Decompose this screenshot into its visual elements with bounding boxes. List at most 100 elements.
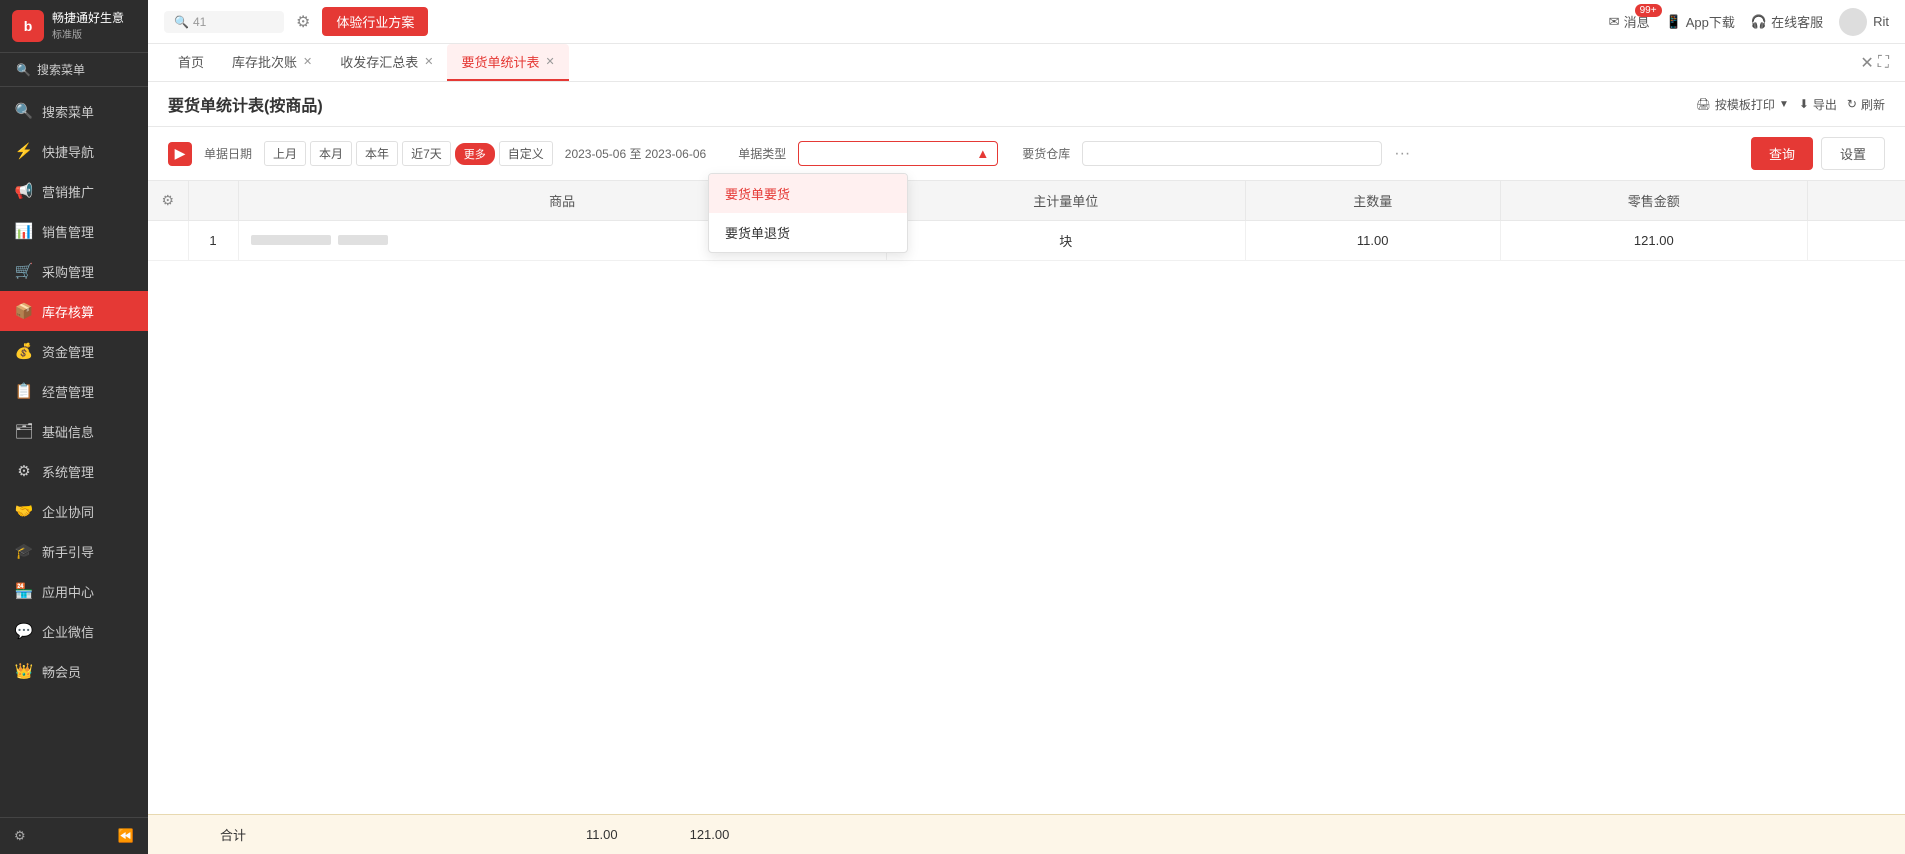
nav-label-operation: 经营管理 bbox=[42, 382, 94, 401]
sidebar-item-search[interactable]: 🔍搜索菜单 bbox=[0, 91, 148, 131]
settings-btn[interactable]: 设置 bbox=[1821, 137, 1885, 170]
col-settings[interactable]: ⚙ bbox=[148, 181, 188, 221]
nav-label-finance: 资金管理 bbox=[42, 342, 94, 361]
app-sub: 标准版 bbox=[52, 26, 124, 41]
tab-order-summary-close[interactable]: ✕ bbox=[546, 55, 555, 68]
td-amount: 121.00 bbox=[1500, 221, 1807, 261]
topbar-left: 🔍 41 ⚙ 体验行业方案 bbox=[164, 7, 428, 36]
table-row: 1 块 11.00 121.00 bbox=[148, 221, 1905, 261]
sidebar-item-system[interactable]: ⚙系统管理 bbox=[0, 451, 148, 491]
sidebar-item-purchase[interactable]: 🛒采购管理 bbox=[0, 251, 148, 291]
filter-bar: ▶ 单据日期 上月 本月 本年 近7天 更多 自定义 2023-05-06 至 … bbox=[148, 127, 1905, 181]
gear-icon-topbar[interactable]: ⚙ bbox=[296, 12, 310, 32]
sidebar-item-guide[interactable]: 🎓 新手引导 bbox=[0, 531, 148, 571]
print-icon: 🖨 bbox=[1696, 97, 1711, 111]
search-label: 搜索菜单 bbox=[37, 61, 85, 78]
app-download[interactable]: 📱 App下载 bbox=[1666, 12, 1735, 31]
tab-batch-close[interactable]: ✕ bbox=[303, 55, 312, 68]
footer-qty: 11.00 bbox=[246, 827, 618, 842]
nav-icon-operation: 📋 bbox=[14, 381, 34, 401]
product-code-placeholder bbox=[338, 235, 388, 245]
tab-home[interactable]: 首页 bbox=[164, 44, 218, 81]
online-service[interactable]: 🎧 在线客服 bbox=[1751, 12, 1823, 31]
nav-icon-enterprise: 🤝 bbox=[14, 501, 34, 521]
nav-icon-shortcut: ⚡ bbox=[14, 141, 34, 161]
topbar-right: ✉ 消息 99+ 📱 App下载 🎧 在线客服 Rit bbox=[1609, 8, 1889, 36]
sidebar-search[interactable]: 🔍 搜索菜单 bbox=[0, 53, 148, 87]
tab-expand-btn[interactable]: ✕ bbox=[1860, 53, 1873, 73]
tab-batch[interactable]: 库存批次账 ✕ bbox=[218, 44, 326, 81]
sidebar-item-enterprise[interactable]: 🤝企业协同 bbox=[0, 491, 148, 531]
nav-icon-inventory: 📦 bbox=[14, 301, 34, 321]
table-footer: 合计 11.00 121.00 bbox=[148, 814, 1905, 854]
export-btn[interactable]: ⬇ 导出 bbox=[1799, 96, 1837, 113]
tab-order-summary[interactable]: 要货单统计表 ✕ bbox=[447, 44, 568, 81]
date-btn-this-month[interactable]: 本月 bbox=[310, 141, 352, 166]
page-actions: 🖨 按模板打印 ▼ ⬇ 导出 ↻ 刷新 bbox=[1696, 96, 1885, 113]
nav-label-basic: 基础信息 bbox=[42, 422, 94, 441]
warehouse-input[interactable] bbox=[1091, 146, 1373, 161]
dropdown-label-requisition: 要货单要货 bbox=[725, 187, 790, 202]
nav-label-inventory: 库存核算 bbox=[42, 302, 94, 321]
online-service-label: 在线客服 bbox=[1771, 12, 1823, 31]
nav-label-guide: 新手引导 bbox=[42, 542, 94, 561]
type-select[interactable]: ▲ bbox=[798, 141, 998, 166]
search-icon: 🔍 bbox=[16, 63, 31, 77]
date-buttons: 上月 本月 本年 近7天 更多 自定义 bbox=[264, 141, 553, 166]
nav-icon-search: 🔍 bbox=[14, 101, 34, 121]
nav-label-sales: 销售管理 bbox=[42, 222, 94, 241]
date-btn-last-month[interactable]: 上月 bbox=[264, 141, 306, 166]
tab-fullscreen-btn[interactable]: ⛶ bbox=[1878, 53, 1889, 73]
logo-text-block: 畅捷通好生意 标准版 bbox=[52, 11, 124, 42]
industry-btn[interactable]: 体验行业方案 bbox=[322, 7, 428, 36]
topbar-search[interactable]: 🔍 41 bbox=[164, 11, 284, 33]
date-btn-7days[interactable]: 近7天 bbox=[402, 141, 451, 166]
sidebar-bottom: ⚙ ⏪ bbox=[0, 817, 148, 854]
sidebar-item-operation[interactable]: 📋 经营管理 bbox=[0, 371, 148, 411]
select-arrow-icon[interactable]: ▲ bbox=[976, 146, 989, 161]
nav-icon-marketing: 📢 bbox=[14, 181, 34, 201]
messages-badge[interactable]: ✉ 消息 99+ bbox=[1609, 12, 1650, 31]
print-btn[interactable]: 🖨 按模板打印 ▼ bbox=[1696, 96, 1789, 113]
sidebar-item-finance[interactable]: 💰资金管理 bbox=[0, 331, 148, 371]
refresh-btn[interactable]: ↻ 刷新 bbox=[1847, 96, 1885, 113]
sidebar-item-member[interactable]: 👑畅会员 bbox=[0, 651, 148, 691]
date-btn-custom[interactable]: 自定义 bbox=[499, 141, 553, 166]
col-settings-icon[interactable]: ⚙ bbox=[161, 192, 174, 208]
tab-receipt[interactable]: 收发存汇总表 ✕ bbox=[326, 44, 447, 81]
dropdown-item-requisition[interactable]: 要货单要货 bbox=[709, 174, 907, 213]
col-amount: 零售金额 bbox=[1500, 181, 1807, 221]
sidebar-item-shortcut[interactable]: ⚡ 快捷导航 bbox=[0, 131, 148, 171]
sidebar-item-basic[interactable]: 🗂基础信息 bbox=[0, 411, 148, 451]
col-extra bbox=[1807, 181, 1905, 221]
sidebar-item-marketing[interactable]: 📢 营销推广 bbox=[0, 171, 148, 211]
col-unit: 主计量单位 bbox=[886, 181, 1245, 221]
page-header: 要货单统计表(按商品) 🖨 按模板打印 ▼ ⬇ 导出 ↻ 刷新 bbox=[148, 82, 1905, 127]
sidebar-item-wechat[interactable]: 💬企业微信 bbox=[0, 611, 148, 651]
warehouse-select[interactable] bbox=[1082, 141, 1382, 166]
nav-label-shortcut: 快捷导航 bbox=[42, 142, 94, 161]
tabs-expand: ✕ ⛶ bbox=[1860, 53, 1889, 73]
filter-more-icon[interactable]: ··· bbox=[1394, 145, 1410, 163]
sidebar-item-inventory[interactable]: 📦 库存核算 bbox=[0, 291, 148, 331]
collapse-icon[interactable]: ⏪ bbox=[118, 828, 134, 844]
filter-expand-btn[interactable]: ▶ bbox=[168, 142, 192, 166]
dropdown-item-return[interactable]: 要货单退货 bbox=[709, 213, 907, 252]
user-menu[interactable]: Rit bbox=[1839, 8, 1889, 36]
settings-icon[interactable]: ⚙ bbox=[14, 828, 26, 844]
nav-label-marketing: 营销推广 bbox=[42, 182, 94, 201]
sidebar-item-appstore[interactable]: 🏪应用中心 bbox=[0, 571, 148, 611]
tab-receipt-close[interactable]: ✕ bbox=[424, 55, 433, 68]
data-table: ⚙ 商品 主计量单位 主数量 零售金额 1 bbox=[148, 181, 1905, 261]
type-input[interactable] bbox=[807, 146, 976, 161]
type-dropdown: 要货单要货 要货单退货 bbox=[708, 173, 908, 253]
sidebar-item-sales[interactable]: 📊销售管理 bbox=[0, 211, 148, 251]
col-no bbox=[188, 181, 238, 221]
headset-icon: 🎧 bbox=[1751, 14, 1767, 30]
date-btn-more[interactable]: 更多 bbox=[455, 143, 495, 165]
nav-icon-guide: 🎓 bbox=[14, 541, 34, 561]
date-btn-this-year[interactable]: 本年 bbox=[356, 141, 398, 166]
query-btn[interactable]: 查询 bbox=[1751, 137, 1813, 170]
page-content: 要货单统计表(按商品) 🖨 按模板打印 ▼ ⬇ 导出 ↻ 刷新 ▶ bbox=[148, 82, 1905, 854]
messages-count: 99+ bbox=[1635, 4, 1662, 17]
